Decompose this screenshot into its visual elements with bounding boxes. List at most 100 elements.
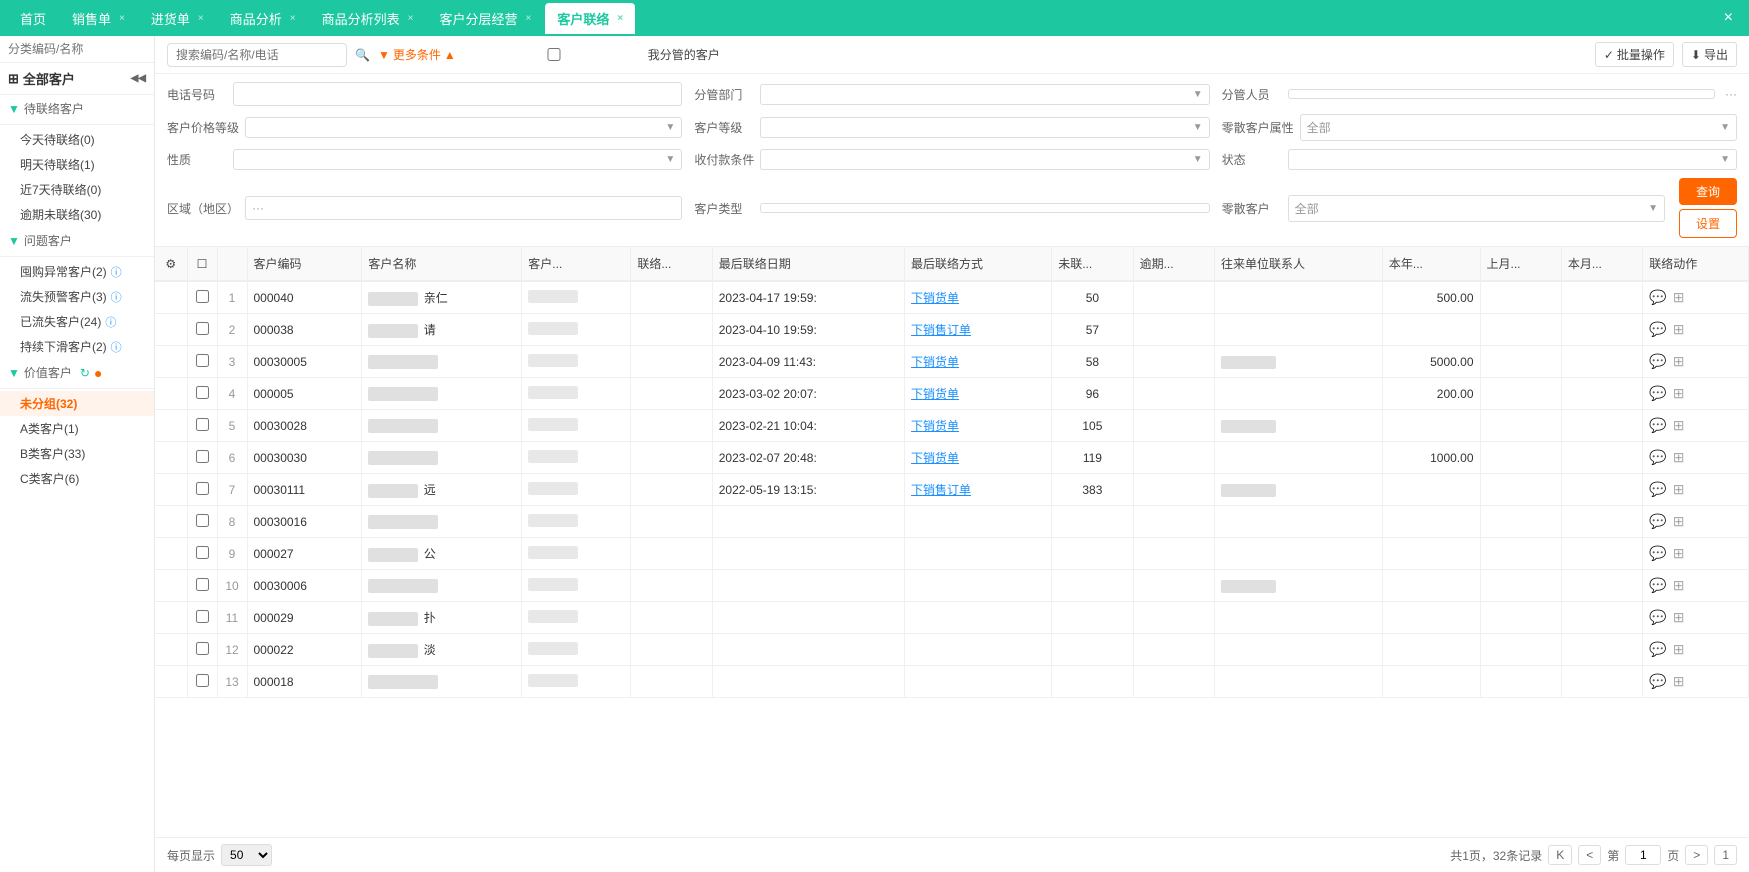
col-checkbox[interactable]: ☐ [187,247,217,281]
row-checkbox[interactable] [187,506,217,538]
nav-sales[interactable]: 销售单 × [60,3,137,34]
chat-icon-8[interactable]: 💬 [1649,545,1666,562]
row-checkbox[interactable] [187,602,217,634]
chat-icon-12[interactable]: 💬 [1649,673,1666,690]
row-check-1[interactable] [196,322,209,335]
row-check-8[interactable] [196,546,209,559]
grid-icon-7[interactable]: ⊞ [1673,513,1685,530]
col-contact[interactable]: 联络... [631,247,712,281]
export-button[interactable]: ⬇ 导出 [1682,42,1737,67]
search-button-main[interactable]: 查询 [1679,178,1737,205]
close-all-button[interactable]: × [1716,5,1741,31]
row-checkbox[interactable] [187,634,217,666]
grid-icon-11[interactable]: ⊞ [1673,641,1685,658]
prev-page-button[interactable]: < [1578,845,1601,865]
sidebar-search-input[interactable] [8,42,155,56]
chat-icon-0[interactable]: 💬 [1649,289,1666,306]
chat-icon-5[interactable]: 💬 [1649,449,1666,466]
chat-icon-2[interactable]: 💬 [1649,353,1666,370]
row-checkbox[interactable] [187,314,217,346]
row-check-5[interactable] [196,450,209,463]
next-page-button[interactable]: > [1685,845,1708,865]
batch-operation-button[interactable]: ✓ 批量操作 [1595,42,1674,67]
per-page-select[interactable]: 50 100 200 [221,844,272,866]
col-type[interactable]: 客户... [522,247,631,281]
more-conditions-button[interactable]: ▼ 更多条件 ▲ [378,46,456,63]
row-check-11[interactable] [196,642,209,655]
chat-icon-9[interactable]: 💬 [1649,577,1666,594]
nav-home[interactable]: 首页 [8,3,58,34]
col-code[interactable]: 客户编码 [247,247,362,281]
sidebar-item-ungroup[interactable]: 未分组(32) [0,391,154,416]
price-level-select[interactable]: ▼ [245,117,682,138]
grid-icon-3[interactable]: ⊞ [1673,385,1685,402]
sidebar-item-abnormal[interactable]: 囤购异常客户(2) ⓘ [0,259,154,284]
region-select[interactable]: ··· [245,196,682,220]
my-customers-check[interactable] [464,48,644,61]
col-not-contact[interactable]: 未联... [1052,247,1133,281]
close-analysis-icon[interactable]: × [290,13,296,24]
grid-icon-8[interactable]: ⊞ [1673,545,1685,562]
sidebar-item-churn-warning[interactable]: 流失预警客户(3) ⓘ [0,284,154,309]
sidebar-group-value[interactable]: ▼ 价值客户 ↻ ● [0,359,154,386]
search-input[interactable] [167,43,347,67]
sidebar-item-c[interactable]: C类客户(6) [0,466,154,491]
nav-customer-contact[interactable]: 客户联络 × [545,3,635,34]
grid-icon-10[interactable]: ⊞ [1673,609,1685,626]
sidebar-item-7days[interactable]: 近7天待联络(0) [0,177,154,202]
col-last-date[interactable]: 最后联络日期 [712,247,904,281]
row-check-9[interactable] [196,578,209,591]
row-checkbox[interactable] [187,410,217,442]
dept-select[interactable]: ▼ [760,84,1209,105]
grid-icon-1[interactable]: ⊞ [1673,321,1685,338]
grid-icon-9[interactable]: ⊞ [1673,577,1685,594]
retail-attr-select[interactable]: 全部 ▼ [1300,114,1737,141]
customer-type-select[interactable] [760,203,1209,213]
row-check-4[interactable] [196,418,209,431]
chat-icon-4[interactable]: 💬 [1649,417,1666,434]
sidebar-all-customers[interactable]: ⊞ 全部客户 ◀◀ [0,63,154,95]
row-check-0[interactable] [196,290,209,303]
sidebar-item-tomorrow[interactable]: 明天待联络(1) [0,152,154,177]
sidebar-item-churned[interactable]: 已流失客户(24) ⓘ [0,309,154,334]
my-customers-checkbox[interactable]: 我分管的客户 [464,46,720,63]
col-last-method[interactable]: 最后联络方式 [905,247,1052,281]
col-last-month[interactable]: 上月... [1480,247,1561,281]
row-check-12[interactable] [196,674,209,687]
nav-customer-tier[interactable]: 客户分层经营 × [427,3,543,34]
close-analysis-list-icon[interactable]: × [408,13,414,24]
chat-icon-3[interactable]: 💬 [1649,385,1666,402]
nature-select[interactable]: ▼ [233,149,682,170]
col-settings[interactable]: ⚙ [155,247,187,281]
last-page-button[interactable]: 1 [1714,845,1737,865]
row-check-7[interactable] [196,514,209,527]
customer-level-select[interactable]: ▼ [760,117,1209,138]
reset-button[interactable]: 设置 [1679,209,1737,238]
sidebar-item-today[interactable]: 今天待联络(0) [0,127,154,152]
page-number-input[interactable] [1625,845,1661,865]
sidebar-item-a[interactable]: A类客户(1) [0,416,154,441]
row-check-2[interactable] [196,354,209,367]
person-select[interactable] [1288,89,1715,99]
row-check-10[interactable] [196,610,209,623]
row-checkbox[interactable] [187,570,217,602]
grid-icon-6[interactable]: ⊞ [1673,481,1685,498]
chat-icon-7[interactable]: 💬 [1649,513,1666,530]
first-page-button[interactable]: K [1548,845,1572,865]
row-check-3[interactable] [196,386,209,399]
col-this-month[interactable]: 本月... [1561,247,1642,281]
col-this-year[interactable]: 本年... [1382,247,1480,281]
col-name[interactable]: 客户名称 [362,247,522,281]
chat-icon-6[interactable]: 💬 [1649,481,1666,498]
status-select[interactable]: ▼ [1288,149,1737,170]
payment-select[interactable]: ▼ [760,149,1209,170]
phone-input[interactable] [233,82,682,106]
grid-icon-0[interactable]: ⊞ [1673,289,1685,306]
grid-icon-2[interactable]: ⊞ [1673,353,1685,370]
row-checkbox[interactable] [187,474,217,506]
sidebar-item-overdue[interactable]: 逾期未联络(30) [0,202,154,227]
row-checkbox[interactable] [187,281,217,314]
sidebar-group-problem[interactable]: ▼ 问题客户 [0,227,154,254]
close-sales-icon[interactable]: × [119,13,125,24]
row-check-6[interactable] [196,482,209,495]
